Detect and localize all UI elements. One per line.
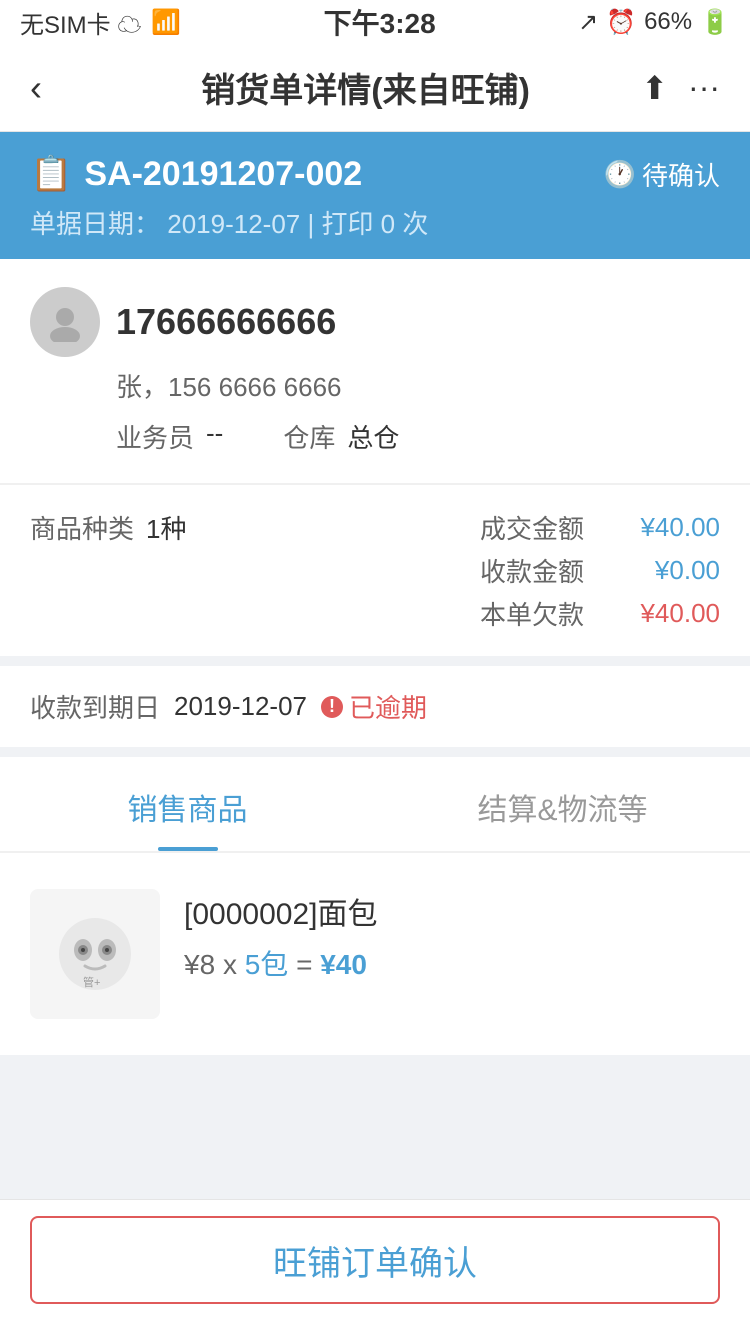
product-price-row: ¥8 x 5包 = ¥40 (184, 943, 720, 983)
due-date-value: 2019-12-07 (174, 691, 307, 722)
date-value: 2019-12-07 (167, 209, 300, 239)
salesperson-item: 业务员 -- (116, 418, 223, 455)
order-id-row: 📋 SA-20191207-002 (30, 154, 362, 194)
page-title: 销货单详情(来自旺铺) (90, 63, 641, 112)
battery-icon: 🔋 (700, 8, 730, 37)
overdue-badge: ! 已逾期 (321, 688, 427, 725)
overdue-text: 已逾期 (349, 688, 427, 725)
product-name: [0000002]面包 (184, 889, 720, 933)
amount-section: 商品种类 1种 成交金额 ¥40.00 收款金额 ¥0.00 本单欠款 ¥40.… (0, 484, 750, 656)
category-info: 商品种类 1种 (30, 509, 186, 546)
customer-phone: 17666666666 (116, 301, 336, 343)
confirm-button[interactable]: 旺铺订单确认 (30, 1216, 720, 1304)
customer-meta: 业务员 -- 仓库 总仓 (116, 418, 720, 455)
tab-sales-goods[interactable]: 销售商品 (0, 757, 375, 851)
customer-name: 张，156 6666 6666 (116, 367, 720, 404)
avatar (30, 287, 100, 357)
order-date-row: 单据日期： 2019-12-07 | 打印 0 次 (30, 204, 720, 241)
nav-bar: ‹ 销货单详情(来自旺铺) ⬆ ··· (0, 44, 750, 132)
product-code: [0000002] (184, 898, 317, 931)
product-quantity: 5包 (245, 949, 289, 980)
order-id-text: SA-20191207-002 (84, 155, 362, 194)
clock-icon: 🕐 (604, 159, 636, 190)
tab-sales-goods-label: 销售商品 (128, 794, 248, 827)
product-image-placeholder: 管+ (30, 889, 160, 1019)
more-icon[interactable]: ··· (688, 69, 720, 106)
received-label: 收款金额 (464, 552, 584, 589)
print-info: | 打印 0 次 (307, 209, 428, 239)
warehouse-value: 总仓 (347, 418, 399, 455)
location-icon: ↗ (578, 8, 598, 37)
svg-text:管+: 管+ (83, 975, 100, 989)
tabs-row: 销售商品 结算&物流等 (0, 757, 750, 853)
product-name-text: 面包 (317, 898, 377, 931)
received-row: 收款金额 ¥0.00 (464, 552, 720, 589)
share-icon[interactable]: ⬆ (641, 69, 668, 107)
owed-label: 本单欠款 (464, 595, 584, 632)
tabs-section: 销售商品 结算&物流等 (0, 747, 750, 1055)
product-total: ¥40 (320, 949, 367, 980)
order-icon: 📋 (30, 154, 72, 194)
owed-value: ¥40.00 (600, 598, 720, 629)
customer-section: 17666666666 张，156 6666 6666 业务员 -- 仓库 总仓 (0, 259, 750, 484)
battery-label: 66% (644, 8, 692, 36)
wifi-icon: 📶 (151, 8, 181, 37)
date-label: 单据日期： (30, 209, 160, 239)
tab-settlement[interactable]: 结算&物流等 (375, 757, 750, 851)
amounts-right: 成交金额 ¥40.00 收款金额 ¥0.00 本单欠款 ¥40.00 (464, 509, 720, 632)
warehouse-item: 仓库 总仓 (283, 418, 399, 455)
product-price-unit: ¥8 (184, 949, 215, 980)
received-value: ¥0.00 (600, 555, 720, 586)
product-info: [0000002]面包 ¥8 x 5包 = ¥40 (184, 889, 720, 1019)
tab-settlement-label: 结算&物流等 (477, 794, 647, 827)
product-section: 管+ [0000002]面包 ¥8 x 5包 = ¥40 (0, 853, 750, 1055)
overdue-icon: ! (321, 696, 343, 718)
product-equals: = (296, 949, 320, 980)
nav-actions: ⬆ ··· (641, 69, 720, 107)
product-multiply: x (223, 949, 245, 980)
confirm-button-label: 旺铺订单确认 (273, 1236, 477, 1285)
deal-amount-row: 成交金额 ¥40.00 (464, 509, 720, 546)
deal-amount-label: 成交金额 (464, 509, 584, 546)
owed-row: 本单欠款 ¥40.00 (464, 595, 720, 632)
salesperson-value: -- (206, 418, 223, 455)
time-display: 下午3:28 (324, 2, 436, 42)
bottom-bar: 旺铺订单确认 (0, 1199, 750, 1334)
due-date-section: 收款到期日 2019-12-07 ! 已逾期 (0, 656, 750, 747)
status-right: ↗ ⏰ 66% 🔋 (578, 8, 730, 37)
status-left: 无SIM卡 ☁ 📶 (20, 5, 181, 40)
sim-label: 无SIM卡 ☁ (20, 5, 141, 40)
status-text: 待确认 (642, 156, 720, 193)
category-label: 商品种类 (30, 509, 134, 546)
order-status: 🕐 待确认 (604, 156, 720, 193)
status-bar: 无SIM卡 ☁ 📶 下午3:28 ↗ ⏰ 66% 🔋 (0, 0, 750, 44)
category-value: 1种 (146, 509, 186, 546)
salesperson-label: 业务员 (116, 418, 194, 455)
deal-amount-value: ¥40.00 (600, 512, 720, 543)
alarm-icon: ⏰ (606, 8, 636, 37)
product-item: 管+ [0000002]面包 ¥8 x 5包 = ¥40 (30, 873, 720, 1035)
back-button[interactable]: ‹ (30, 67, 90, 109)
warehouse-label: 仓库 (283, 418, 335, 455)
due-date-label: 收款到期日 (30, 688, 160, 725)
product-image: 管+ (30, 889, 160, 1019)
order-banner: 📋 SA-20191207-002 🕐 待确认 单据日期： 2019-12-07… (0, 132, 750, 259)
